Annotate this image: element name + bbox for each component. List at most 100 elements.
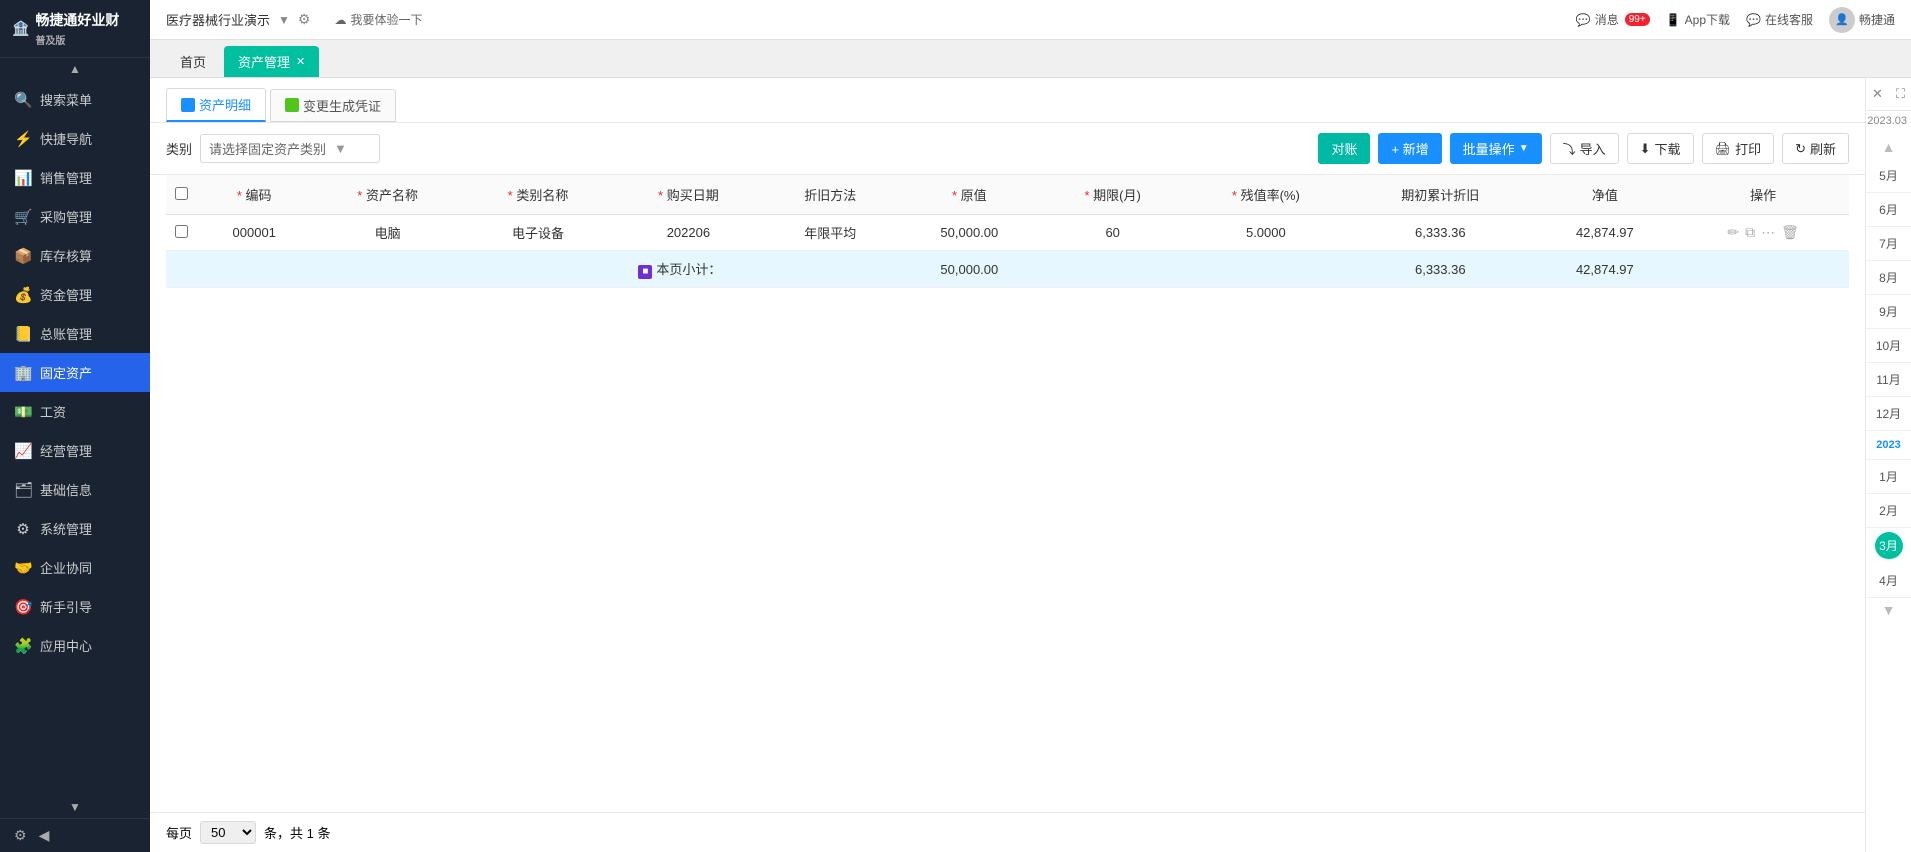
sidebar-item-库存核算[interactable]: 📦 库存核算 bbox=[0, 236, 150, 275]
header-checkbox-cell bbox=[166, 175, 196, 215]
right-panel-up-icon[interactable]: ▲ bbox=[1878, 135, 1900, 159]
sidebar-label-9: 经营管理 bbox=[40, 441, 92, 460]
sidebar-item-销售管理[interactable]: 📊 销售管理 bbox=[0, 158, 150, 197]
refresh-label: 刷新 bbox=[1810, 139, 1836, 158]
month-item[interactable]: 7月 bbox=[1866, 227, 1911, 261]
tab-home-label: 首页 bbox=[180, 52, 206, 71]
sidebar-item-系统管理[interactable]: ⚙ 系统管理 bbox=[0, 509, 150, 548]
right-panel-down-icon[interactable]: ▼ bbox=[1878, 598, 1900, 622]
sub-tab-voucher[interactable]: 变更生成凭证 bbox=[270, 89, 396, 122]
per-page-label: 每页 bbox=[166, 823, 192, 842]
right-panel-expand-icon[interactable]: ⛶ bbox=[1896, 86, 1905, 102]
header-purchase-date: 购买日期 bbox=[613, 175, 763, 215]
inner-page: 资产明细 变更生成凭证 类别 请选择固定资产类别 ▼ bbox=[150, 78, 1865, 852]
month-item[interactable]: 6月 bbox=[1866, 193, 1911, 227]
sidebar-item-应用中心[interactable]: 🧩 应用中心 bbox=[0, 626, 150, 665]
tab-asset-management[interactable]: 资产管理 ✕ bbox=[224, 46, 319, 77]
subtotal-row: ■本页小计： 50,000.00 6,333.36 42,874.97 bbox=[166, 251, 1849, 288]
sidebar-scroll-down[interactable]: ▼ bbox=[0, 796, 150, 818]
total-label: 条，共 1 条 bbox=[264, 823, 330, 842]
sidebar-label-12: 企业协同 bbox=[40, 558, 92, 577]
active-month-item[interactable]: 3月 bbox=[1875, 532, 1903, 560]
filter-label: 类别 bbox=[166, 139, 192, 158]
month-item[interactable]: 2月 bbox=[1866, 494, 1911, 528]
sub-tab-detail-icon bbox=[181, 98, 195, 112]
right-panel-year-title: 2023.03 bbox=[1863, 111, 1911, 131]
settings-icon[interactable]: ⚙ bbox=[14, 827, 27, 844]
subtotal-label: ■本页小计： bbox=[463, 251, 897, 288]
more-icon-0[interactable]: ⋯ bbox=[1761, 224, 1775, 241]
online-service-icon: 💬 bbox=[1746, 13, 1761, 27]
copy-icon-0[interactable]: ⧉ bbox=[1745, 224, 1755, 241]
sidebar-item-工资[interactable]: 💵 工资 bbox=[0, 392, 150, 431]
print-button[interactable]: 🖨 打印 bbox=[1702, 133, 1775, 164]
header-depreciation-method: 折旧方法 bbox=[764, 175, 897, 215]
sidebar-item-快捷导航[interactable]: ⚡ 快捷导航 bbox=[0, 119, 150, 158]
delete-icon-0[interactable]: 🗑 bbox=[1781, 224, 1799, 241]
topbar: 医疗器械行业演示 ▼ ⚙ ☁ 我要体验一下 💬 消息 99+ 📱 App下载 💬… bbox=[150, 0, 1911, 40]
sidebar-item-经营管理[interactable]: 📈 经营管理 bbox=[0, 431, 150, 470]
subtotal-net-value: 42,874.97 bbox=[1532, 251, 1677, 288]
category-filter[interactable]: 请选择固定资产类别 ▼ bbox=[200, 134, 380, 163]
sub-tab-asset-detail[interactable]: 资产明细 bbox=[166, 88, 266, 122]
row-original-value: 50,000.00 bbox=[897, 215, 1042, 251]
toolbar-right: 对账 + 新增 批量操作 ▼ ⤵ 导入 ⬇ 下载 bbox=[1318, 133, 1849, 164]
edit-icon-0[interactable]: ✏ bbox=[1727, 224, 1739, 241]
sidebar-label-3: 采购管理 bbox=[40, 207, 92, 226]
user-name: 畅捷通 bbox=[1859, 11, 1895, 28]
tab-asset-close-icon[interactable]: ✕ bbox=[296, 55, 305, 68]
month-item[interactable]: 8月 bbox=[1866, 261, 1911, 295]
logo-icon: 🏦 bbox=[12, 20, 29, 37]
reconcile-button[interactable]: 对账 bbox=[1318, 133, 1370, 164]
sidebar-label-7: 固定资产 bbox=[40, 363, 92, 382]
import-label: 导入 bbox=[1580, 139, 1606, 158]
sidebar-label-1: 快捷导航 bbox=[40, 129, 92, 148]
per-page-select[interactable]: 50 100 200 bbox=[200, 821, 256, 844]
message-btn[interactable]: 💬 消息 99+ bbox=[1576, 11, 1650, 28]
new-label: + 新增 bbox=[1391, 139, 1428, 158]
row-category: 电子设备 bbox=[463, 215, 613, 251]
sidebar-scroll-up[interactable]: ▲ bbox=[0, 58, 150, 80]
sidebar-icon-1: ⚡ bbox=[14, 130, 32, 148]
experience-btn[interactable]: ☁ 我要体验一下 bbox=[334, 11, 422, 28]
tab-home[interactable]: 首页 bbox=[166, 46, 220, 77]
user-avatar-area[interactable]: 👤 畅捷通 bbox=[1829, 7, 1895, 33]
sidebar-item-新手引导[interactable]: 🎯 新手引导 bbox=[0, 587, 150, 626]
sidebar-item-总账管理[interactable]: 📒 总账管理 bbox=[0, 314, 150, 353]
new-button[interactable]: + 新增 bbox=[1378, 133, 1441, 164]
download-button[interactable]: ⬇ 下载 bbox=[1627, 133, 1694, 164]
month-item[interactable]: 12月 bbox=[1866, 397, 1911, 431]
select-all-checkbox[interactable] bbox=[175, 187, 188, 200]
import-button[interactable]: ⤵ 导入 bbox=[1550, 133, 1619, 164]
right-panel-close-icon[interactable]: ✕ bbox=[1872, 86, 1883, 102]
refresh-button[interactable]: ↻ 刷新 bbox=[1782, 133, 1849, 164]
header-original-value: 原值 bbox=[897, 175, 1042, 215]
sidebar-item-资金管理[interactable]: 💰 资金管理 bbox=[0, 275, 150, 314]
logo-sub: 普及版 bbox=[35, 32, 119, 47]
month-item[interactable]: 9月 bbox=[1866, 295, 1911, 329]
download-label: 下载 bbox=[1655, 139, 1681, 158]
collapse-icon[interactable]: ◀ bbox=[39, 827, 50, 844]
month-item[interactable]: 10月 bbox=[1866, 329, 1911, 363]
sidebar-item-采购管理[interactable]: 🛒 采购管理 bbox=[0, 197, 150, 236]
header-category: 类别名称 bbox=[463, 175, 613, 215]
settings-gear-icon[interactable]: ⚙ bbox=[298, 11, 311, 28]
month-item[interactable]: 11月 bbox=[1866, 363, 1911, 397]
sidebar-item-企业协同[interactable]: 🤝 企业协同 bbox=[0, 548, 150, 587]
batch-operation-button[interactable]: 批量操作 ▼ bbox=[1450, 133, 1542, 164]
sidebar-item-搜索菜单[interactable]: 🔍 搜索菜单 bbox=[0, 80, 150, 119]
month-item[interactable]: 5月 bbox=[1866, 159, 1911, 193]
app-download-label: App下载 bbox=[1685, 11, 1730, 28]
app-download-btn[interactable]: 📱 App下载 bbox=[1666, 11, 1730, 28]
subtotal-empty4 bbox=[1184, 251, 1349, 288]
batch-label: 批量操作 bbox=[1463, 139, 1515, 158]
online-service-btn[interactable]: 💬 在线客服 bbox=[1746, 11, 1813, 28]
experience-icon: ☁ bbox=[334, 13, 346, 27]
sidebar-item-基础信息[interactable]: 🗂 基础信息 bbox=[0, 470, 150, 509]
sidebar-label-14: 应用中心 bbox=[40, 636, 92, 655]
row-checkbox-0[interactable] bbox=[175, 225, 188, 238]
month-item[interactable]: 4月 bbox=[1866, 564, 1911, 598]
sidebar-item-固定资产[interactable]: 🏢 固定资产 bbox=[0, 353, 150, 392]
company-dropdown-arrow[interactable]: ▼ bbox=[278, 13, 290, 27]
month-item[interactable]: 1月 bbox=[1866, 460, 1911, 494]
